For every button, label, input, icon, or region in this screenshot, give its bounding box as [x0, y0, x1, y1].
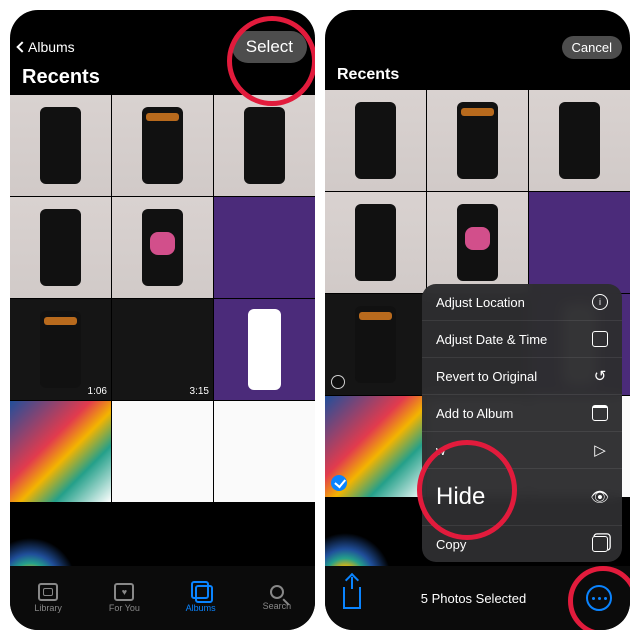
more-button[interactable]	[586, 585, 612, 611]
calendar-icon	[592, 331, 608, 347]
photo-grid: 1:06 3:15	[10, 95, 315, 604]
photo-tile[interactable]	[325, 90, 426, 191]
tab-label: Albums	[186, 603, 216, 613]
navbar: Cancel	[325, 30, 630, 64]
search-icon	[270, 585, 284, 599]
statusbar	[10, 10, 315, 30]
photo-tile[interactable]	[427, 90, 528, 191]
photo-tile[interactable]	[10, 95, 111, 196]
video-tile[interactable]	[325, 294, 426, 395]
menu-adjust-datetime[interactable]: Adjust Date & Time	[422, 321, 622, 358]
for-you-icon	[114, 583, 134, 601]
menu-copy[interactable]: Copy	[422, 526, 622, 562]
eye-slash-icon: 👁	[592, 489, 608, 505]
context-menu: Adjust Location i Adjust Date & Time Rev…	[422, 284, 622, 562]
photo-tile[interactable]	[214, 197, 315, 298]
page-title: Recents	[325, 64, 630, 90]
cancel-button[interactable]: Cancel	[562, 36, 622, 59]
tab-library[interactable]: Library	[10, 566, 86, 630]
photo-tile-selected[interactable]	[325, 396, 426, 497]
photo-tile[interactable]	[529, 192, 630, 293]
menu-label: Adjust Location	[436, 295, 525, 310]
menu-label: Copy	[436, 537, 466, 552]
video-duration: 1:06	[88, 386, 107, 397]
photo-tile[interactable]	[214, 95, 315, 196]
select-button[interactable]: Select	[232, 31, 307, 63]
tab-albums[interactable]: Albums	[163, 566, 239, 630]
tab-label: Library	[34, 603, 62, 613]
photo-tile[interactable]	[427, 192, 528, 293]
navbar: Albums Select	[10, 30, 315, 64]
photo-tile[interactable]	[112, 401, 213, 502]
video-tile[interactable]: 1:06	[10, 299, 111, 400]
photo-tile[interactable]	[10, 197, 111, 298]
video-duration: 3:15	[190, 386, 209, 397]
photo-tile[interactable]	[112, 197, 213, 298]
photo-tile[interactable]	[214, 299, 315, 400]
back-label: Albums	[28, 39, 75, 55]
back-button[interactable]: Albums	[18, 39, 75, 55]
screen-album-view: Albums Select Recents 1:06 3:15 1,131 Ph…	[10, 10, 315, 630]
photo-tile[interactable]	[112, 95, 213, 196]
video-tile[interactable]: 3:15	[112, 299, 213, 400]
menu-label: Add to Album	[436, 406, 513, 421]
info-icon: i	[592, 294, 608, 310]
chevron-left-icon	[16, 41, 27, 52]
menu-revert[interactable]: Revert to Original ↺	[422, 358, 622, 395]
menu-add-to-album[interactable]: Add to Album	[422, 395, 622, 432]
menu-label: Adjust Date & Time	[436, 332, 547, 347]
revert-icon: ↺	[592, 368, 608, 384]
tab-search[interactable]: Search	[239, 566, 315, 630]
photo-tile[interactable]	[325, 192, 426, 293]
menu-slideshow[interactable]: w ▷	[422, 432, 622, 469]
tab-for-you[interactable]: For You	[86, 566, 162, 630]
photo-tile[interactable]	[529, 90, 630, 191]
share-button[interactable]	[343, 587, 361, 609]
selection-toolbar: 5 Photos Selected	[325, 566, 630, 630]
selection-count: 5 Photos Selected	[421, 591, 527, 606]
menu-hide[interactable]: Hide 👁	[422, 469, 622, 526]
tab-label: For You	[109, 603, 140, 613]
statusbar	[325, 10, 630, 30]
menu-label: Revert to Original	[436, 369, 537, 384]
selected-checkmark-icon	[331, 475, 347, 491]
menu-adjust-location[interactable]: Adjust Location i	[422, 284, 622, 321]
page-title: Recents	[10, 64, 315, 95]
tabbar: Library For You Albums Search	[10, 566, 315, 630]
photo-tile[interactable]	[214, 401, 315, 502]
copy-icon	[592, 536, 608, 552]
unselected-indicator	[331, 375, 345, 389]
album-icon	[592, 405, 608, 421]
screen-selection-menu: Cancel Recents 1,13 Adjust Location	[325, 10, 630, 630]
photo-tile[interactable]	[10, 401, 111, 502]
menu-label: w	[436, 443, 445, 458]
menu-label: Hide	[436, 483, 485, 511]
library-icon	[38, 583, 58, 601]
albums-icon	[191, 583, 211, 601]
play-icon: ▷	[592, 442, 608, 458]
